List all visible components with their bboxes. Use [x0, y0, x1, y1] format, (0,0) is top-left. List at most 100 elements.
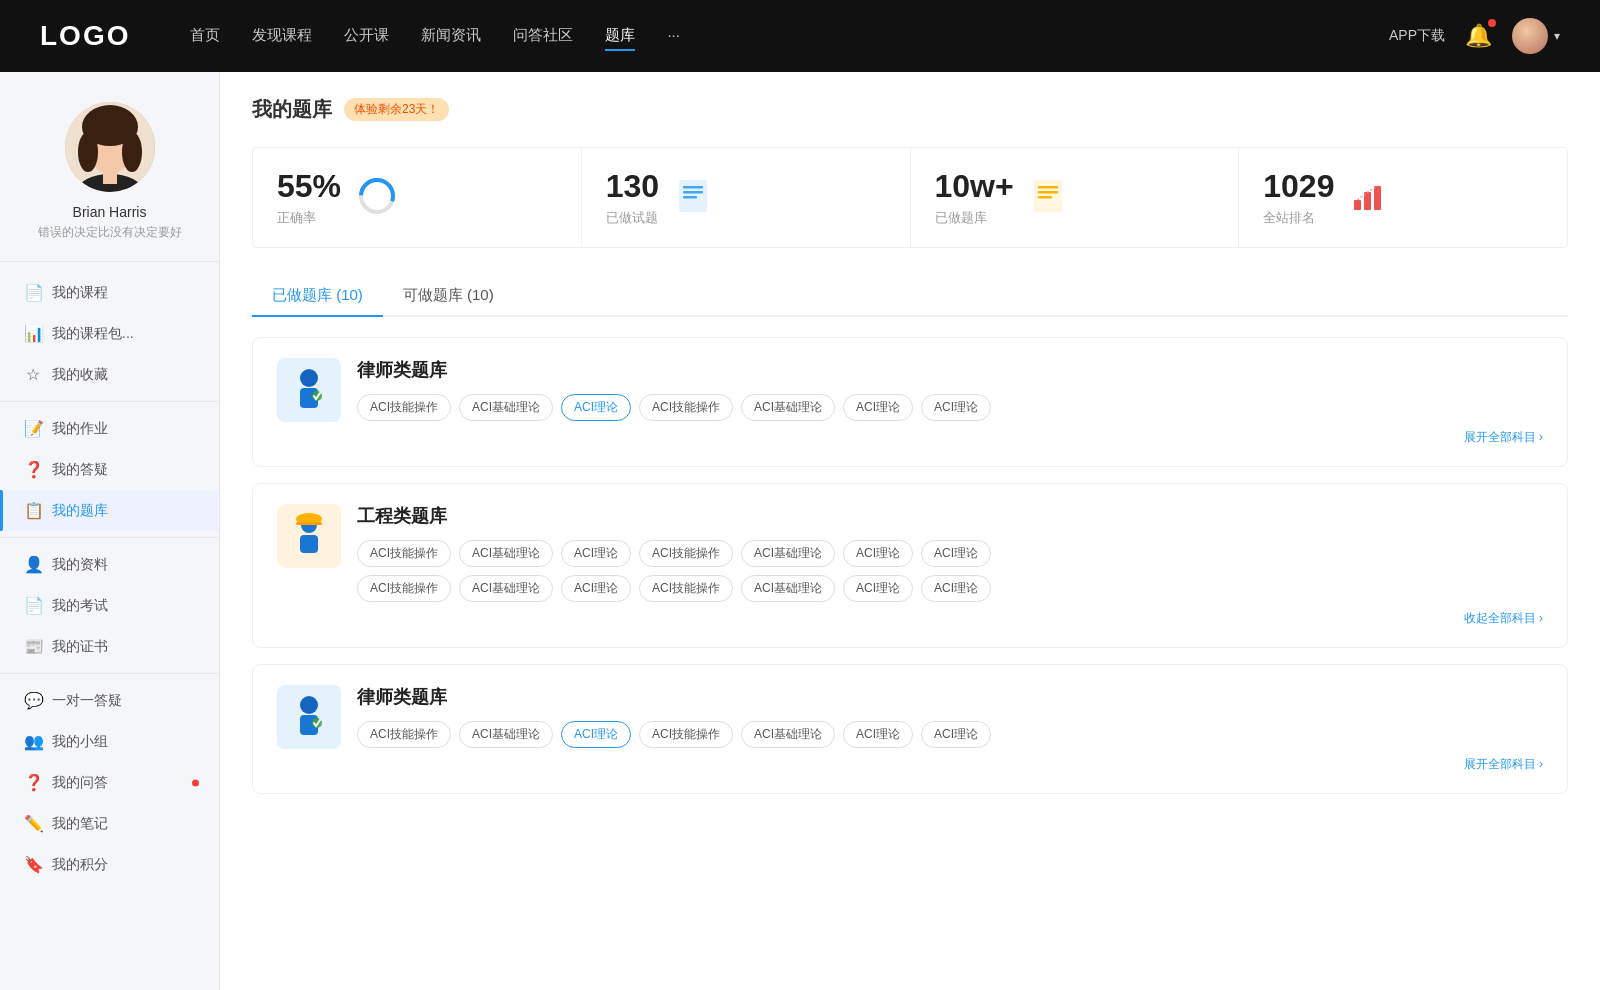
- sidebar-item-favorites[interactable]: ☆ 我的收藏: [0, 354, 219, 395]
- tag-2-e6[interactable]: ACI理论: [843, 575, 913, 602]
- qbank-tags-3: ACI技能操作 ACI基础理论 ACI理论 ACI技能操作 ACI基础理论 AC…: [357, 721, 1543, 748]
- notification-bell[interactable]: 🔔: [1465, 23, 1492, 49]
- sidebar-item-packages[interactable]: 📊 我的课程包...: [0, 313, 219, 354]
- qbank-tags-2-row2: ACI技能操作 ACI基础理论 ACI理论 ACI技能操作 ACI基础理论 AC…: [357, 575, 1543, 602]
- tag-3-7[interactable]: ACI理论: [921, 721, 991, 748]
- tag-3-1[interactable]: ACI技能操作: [357, 721, 451, 748]
- questions-icon: ❓: [24, 773, 42, 792]
- qbank-title-3: 律师类题库: [357, 685, 1543, 709]
- notes-icon: ✏️: [24, 814, 42, 833]
- qbank-icon-lawyer-1: [277, 358, 341, 422]
- qbank-icon: 📋: [24, 501, 42, 520]
- svg-rect-28: [300, 535, 318, 553]
- expand-link-3[interactable]: 展开全部科目 ›: [357, 756, 1543, 773]
- banks-label: 已做题库: [935, 209, 1014, 227]
- accuracy-value: 55%: [277, 168, 341, 205]
- sidebar-label-1on1: 一对一答疑: [52, 692, 122, 710]
- qbank-icon-engineer-2: [277, 504, 341, 568]
- stats-row: 55% 正确率 130 已做试题: [252, 147, 1568, 248]
- nav-qa[interactable]: 问答社区: [513, 22, 573, 51]
- sidebar-item-profile[interactable]: 👤 我的资料: [0, 544, 219, 585]
- nav-more[interactable]: ···: [667, 22, 680, 51]
- tab-done[interactable]: 已做题库 (10): [252, 276, 383, 315]
- tag-2-2[interactable]: ACI基础理论: [459, 540, 553, 567]
- app-download-link[interactable]: APP下载: [1389, 27, 1445, 45]
- sidebar-item-points[interactable]: 🔖 我的积分: [0, 844, 219, 885]
- qbank-header-3: 律师类题库 ACI技能操作 ACI基础理论 ACI理论 ACI技能操作 ACI基…: [277, 685, 1543, 773]
- tag-2-e1[interactable]: ACI技能操作: [357, 575, 451, 602]
- tag-2-e5[interactable]: ACI基础理论: [741, 575, 835, 602]
- stat-accuracy-info: 55% 正确率: [277, 168, 341, 227]
- sidebar-label-courses: 我的课程: [52, 284, 108, 302]
- qbank-content-1: 律师类题库 ACI技能操作 ACI基础理论 ACI理论 ACI技能操作 ACI基…: [357, 358, 1543, 446]
- favorites-icon: ☆: [24, 365, 42, 384]
- svg-rect-18: [1038, 196, 1052, 199]
- questions-list-icon: [675, 178, 711, 214]
- exam-icon: 📄: [24, 596, 42, 615]
- sidebar-item-1on1[interactable]: 💬 一对一答疑: [0, 680, 219, 721]
- tag-3-5[interactable]: ACI基础理论: [741, 721, 835, 748]
- ranking-value: 1029: [1263, 168, 1334, 205]
- stat-ranking-info: 1029 全站排名: [1263, 168, 1334, 227]
- nav-news[interactable]: 新闻资讯: [421, 22, 481, 51]
- banks-list-icon: [1030, 178, 1066, 214]
- logo: LOGO: [40, 20, 130, 52]
- qbank-card-2: 工程类题库 ACI技能操作 ACI基础理论 ACI理论 ACI技能操作 ACI基…: [252, 483, 1568, 648]
- sidebar-item-notes[interactable]: ✏️ 我的笔记: [0, 803, 219, 844]
- svg-rect-27: [296, 522, 322, 525]
- tag-1-7[interactable]: ACI理论: [921, 394, 991, 421]
- trial-badge: 体验剩余23天！: [344, 98, 449, 121]
- user-avatar-area[interactable]: ▾: [1512, 18, 1560, 54]
- tag-3-2[interactable]: ACI基础理论: [459, 721, 553, 748]
- tag-2-e4[interactable]: ACI技能操作: [639, 575, 733, 602]
- tag-3-3[interactable]: ACI理论: [561, 721, 631, 748]
- tab-available[interactable]: 可做题库 (10): [383, 276, 514, 315]
- tag-1-5[interactable]: ACI基础理论: [741, 394, 835, 421]
- tag-2-3[interactable]: ACI理论: [561, 540, 631, 567]
- tag-2-5[interactable]: ACI基础理论: [741, 540, 835, 567]
- tag-1-4[interactable]: ACI技能操作: [639, 394, 733, 421]
- lawyer-figure-icon-1: [285, 366, 333, 414]
- sidebar-item-exam[interactable]: 📄 我的考试: [0, 585, 219, 626]
- nav-qbank[interactable]: 题库: [605, 22, 635, 51]
- header-right: APP下载 🔔 ▾: [1389, 18, 1560, 54]
- sidebar-item-group[interactable]: 👥 我的小组: [0, 721, 219, 762]
- accuracy-label: 正确率: [277, 209, 341, 227]
- nav-opencourse[interactable]: 公开课: [344, 22, 389, 51]
- profile-icon: 👤: [24, 555, 42, 574]
- tag-1-3[interactable]: ACI理论: [561, 394, 631, 421]
- qbank-card-1: 律师类题库 ACI技能操作 ACI基础理论 ACI理论 ACI技能操作 ACI基…: [252, 337, 1568, 467]
- tag-1-6[interactable]: ACI理论: [843, 394, 913, 421]
- stat-accuracy: 55% 正确率: [253, 148, 582, 247]
- sidebar-nav: 📄 我的课程 📊 我的课程包... ☆ 我的收藏 📝 我的作业 ❓ 我的答疑 �: [0, 262, 219, 895]
- collapse-link-2[interactable]: 收起全部科目 ›: [357, 610, 1543, 627]
- qbank-header-1: 律师类题库 ACI技能操作 ACI基础理论 ACI理论 ACI技能操作 ACI基…: [277, 358, 1543, 446]
- nav-discover[interactable]: 发现课程: [252, 22, 312, 51]
- tag-2-e7[interactable]: ACI理论: [921, 575, 991, 602]
- sidebar-item-homework[interactable]: 📝 我的作业: [0, 408, 219, 449]
- tabs-row: 已做题库 (10) 可做题库 (10): [252, 276, 1568, 317]
- tag-2-6[interactable]: ACI理论: [843, 540, 913, 567]
- tag-2-4[interactable]: ACI技能操作: [639, 540, 733, 567]
- sidebar-label-qbank: 我的题库: [52, 502, 108, 520]
- sidebar-item-courses[interactable]: 📄 我的课程: [0, 272, 219, 313]
- sidebar-item-qa[interactable]: ❓ 我的答疑: [0, 449, 219, 490]
- tag-1-2[interactable]: ACI基础理论: [459, 394, 553, 421]
- profile-avatar-svg: [65, 102, 155, 192]
- tag-2-e3[interactable]: ACI理论: [561, 575, 631, 602]
- nav-home[interactable]: 首页: [190, 22, 220, 51]
- tag-2-7[interactable]: ACI理论: [921, 540, 991, 567]
- expand-link-1[interactable]: 展开全部科目 ›: [357, 429, 1543, 446]
- tag-2-1[interactable]: ACI技能操作: [357, 540, 451, 567]
- sidebar-item-questions[interactable]: ❓ 我的问答: [0, 762, 219, 803]
- tag-1-1[interactable]: ACI技能操作: [357, 394, 451, 421]
- tag-3-4[interactable]: ACI技能操作: [639, 721, 733, 748]
- qbank-tags-1: ACI技能操作 ACI基础理论 ACI理论 ACI技能操作 ACI基础理论 AC…: [357, 394, 1543, 421]
- svg-rect-14: [683, 196, 697, 199]
- profile-name: Brian Harris: [20, 204, 199, 220]
- tag-3-6[interactable]: ACI理论: [843, 721, 913, 748]
- tag-2-e2[interactable]: ACI基础理论: [459, 575, 553, 602]
- sidebar-item-qbank[interactable]: 📋 我的题库: [0, 490, 219, 531]
- sidebar-label-questions: 我的问答: [52, 774, 108, 792]
- sidebar-item-certificate[interactable]: 📰 我的证书: [0, 626, 219, 667]
